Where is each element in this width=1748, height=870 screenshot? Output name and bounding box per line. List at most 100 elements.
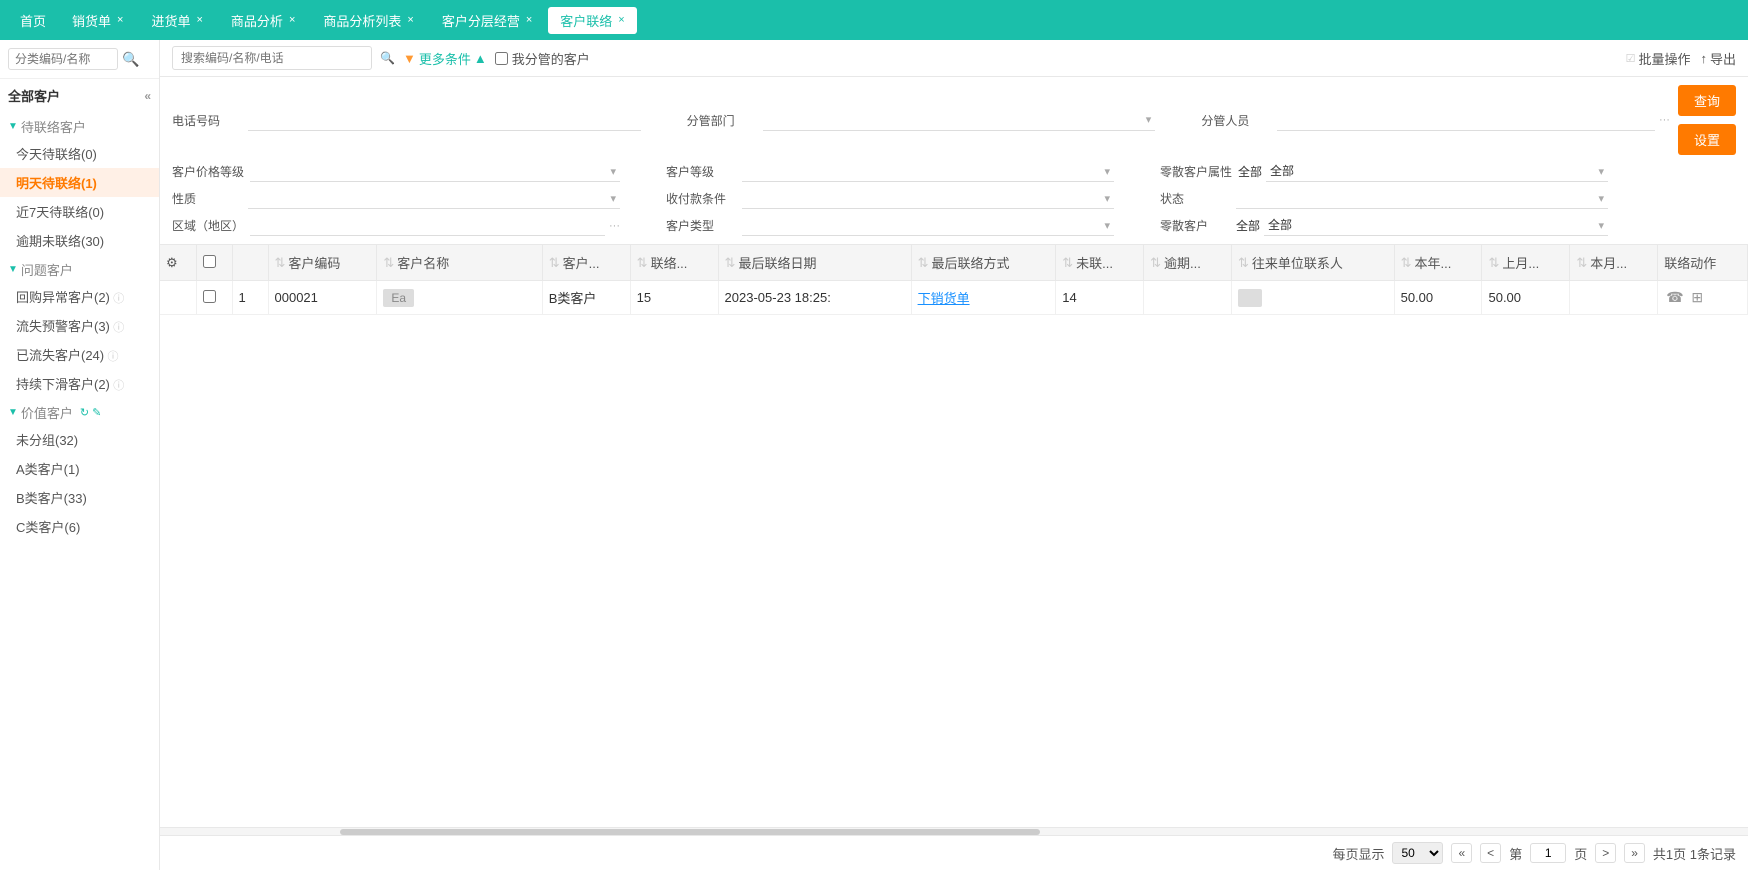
close-icon[interactable]: × [196,14,202,26]
triangle-icon: ▼ [8,264,18,275]
th-overdue[interactable]: ⇅ 逾期... [1144,245,1232,281]
scattered-attr-select[interactable]: 全部 [1266,161,1608,181]
close-icon[interactable]: × [117,14,123,26]
sidebar-item-c-class[interactable]: C类客户(6) [0,512,159,541]
search-button[interactable]: 🔍 [380,51,395,65]
sidebar-search-button[interactable]: 🔍 [122,51,139,68]
export-icon: ↑ [1700,51,1707,66]
nav-purchase-order[interactable]: 进货单 × [139,7,214,34]
th-customer-type[interactable]: ⇅ 客户... [542,245,630,281]
contact-action-icon[interactable]: ☎ [1666,289,1683,305]
td-index: 1 [232,281,268,315]
close-icon[interactable]: × [526,14,532,26]
batch-operation-button[interactable]: ☑ 批量操作 [1626,49,1691,68]
sidebar-item-ungrouped[interactable]: 未分组(32) [0,425,159,454]
more-icon[interactable]: ··· [609,220,620,232]
my-customers-checkbox-label[interactable]: 我分管的客户 [495,49,590,68]
per-page-select[interactable]: 50 100 [1392,842,1443,864]
nature-select[interactable] [248,188,620,208]
nav-customer-segmentation[interactable]: 客户分层经营 × [430,7,544,34]
sidebar-item-7day-pending[interactable]: 近7天待联络(0) [0,197,159,226]
region-input[interactable] [250,215,605,236]
row-checkbox[interactable] [203,290,216,303]
phone-input[interactable] [248,110,641,131]
th-last-month[interactable]: ⇅ 上月... [1482,245,1570,281]
sidebar-item-b-class[interactable]: B类客户(33) [0,483,159,512]
horizontal-scrollbar[interactable] [160,827,1748,835]
th-checkbox[interactable] [196,245,232,281]
sort-icon: ⇅ [549,255,560,271]
sort-icon: ⇅ [1062,255,1073,271]
nav-sales-order[interactable]: 销货单 × [60,7,135,34]
th-contact-person[interactable]: ⇅ 往来单位联系人 [1232,245,1395,281]
td-name[interactable]: Ea [377,281,542,315]
main-search-input[interactable] [172,46,372,70]
close-icon[interactable]: × [618,14,624,26]
th-settings[interactable]: ⚙ [160,245,196,281]
sidebar-search-input[interactable] [8,48,118,70]
close-icon[interactable]: × [407,14,413,26]
query-button[interactable]: 查询 [1678,85,1736,116]
price-level-select[interactable] [250,161,620,181]
th-contact[interactable]: ⇅ 联络... [630,245,718,281]
filter-row-1: 电话号码 分管部门 ▾ 分管人员 ··· [172,85,1736,155]
th-this-month[interactable]: ⇅ 本月... [1570,245,1658,281]
sidebar-item-churn-warning[interactable]: 流失预警客户(3) ⓘ [0,311,159,340]
td-last-contact-method[interactable]: 下销货单 [911,281,1056,315]
th-customer-code[interactable]: ⇅ 客户编码 [268,245,377,281]
close-icon[interactable]: × [289,14,295,26]
th-this-year[interactable]: ⇅ 本年... [1394,245,1482,281]
grid-action-icon[interactable]: ⊞ [1691,289,1703,305]
sidebar-item-declining[interactable]: 持续下滑客户(2) ⓘ [0,369,159,398]
sidebar-all-customers[interactable]: 全部客户 « [0,79,159,112]
prev-page-button[interactable]: < [1480,843,1501,863]
nav-home[interactable]: 首页 [10,7,56,34]
sidebar-item-abnormal-repurchase[interactable]: 回购异常客户(2) ⓘ [0,282,159,311]
more-icon[interactable]: ··· [1659,114,1670,126]
settings-button[interactable]: 设置 [1678,124,1736,155]
sort-icon: ⇅ [383,255,394,271]
sidebar-item-overdue-pending[interactable]: 逾期未联络(30) [0,226,159,255]
sidebar-item-today-pending[interactable]: 今天待联络(0) [0,139,159,168]
customer-level-select[interactable] [742,161,1114,181]
scrollbar-thumb[interactable] [340,829,1040,835]
sidebar-item-tomorrow-pending[interactable]: 明天待联络(1) [0,168,159,197]
nav-product-analysis[interactable]: 商品分析 × [219,7,307,34]
th-uncontacted[interactable]: ⇅ 未联... [1056,245,1144,281]
more-conditions-button[interactable]: ▼ 更多条件 ▲ [403,49,487,68]
nav-customer-contact[interactable]: 客户联络 × [548,7,636,34]
main-layout: 🔍 全部客户 « ▼ 待联络客户 今天待联络(0) 明天待联络(1) 近7天待联… [0,40,1748,870]
td-this-year: 50.00 [1394,281,1482,315]
my-customers-checkbox[interactable] [495,52,508,65]
scattered-customer-select[interactable]: 全部 [1264,215,1608,235]
status-select[interactable] [1236,188,1608,208]
select-all-checkbox[interactable] [203,255,216,268]
sidebar-item-a-class[interactable]: A类客户(1) [0,454,159,483]
payment-terms-select[interactable] [742,188,1114,208]
th-customer-name[interactable]: ⇅ 客户名称 [377,245,542,281]
customer-type-select[interactable] [742,215,1114,235]
refresh-icon[interactable]: ↻ [80,406,89,419]
first-page-button[interactable]: « [1451,843,1472,863]
query-settings-col: 查询 设置 [1678,85,1736,155]
edit-icon[interactable]: ✎ [92,406,101,419]
next-page-button[interactable]: > [1595,843,1616,863]
filter-row-3: 性质 ▾ 收付款条件 ▾ 状态 [172,188,1736,209]
filter-payment-terms: 收付款条件 ▾ [666,188,1114,209]
th-last-contact-method[interactable]: ⇅ 最后联络方式 [911,245,1056,281]
sidebar-item-churned[interactable]: 已流失客户(24) ⓘ [0,340,159,369]
nav-product-analysis-list[interactable]: 商品分析列表 × [311,7,425,34]
manager-input[interactable] [1277,110,1655,131]
dept-select[interactable] [763,110,1156,130]
sort-icon: ⇅ [1150,255,1161,271]
contact-method-link[interactable]: 下销货单 [918,291,970,306]
filter-row-2: 客户价格等级 ▾ 客户等级 ▾ 零散客户属性 [172,161,1736,182]
td-checkbox[interactable] [196,281,232,315]
filter-bar: 🔍 ▼ 更多条件 ▲ 我分管的客户 ☑ 批量操作 ↑ 导出 [160,40,1748,77]
th-last-contact-date[interactable]: ⇅ 最后联络日期 [718,245,911,281]
page-number-input[interactable] [1530,843,1566,863]
table-header-row: ⚙ ⇅ 客户编码 [160,245,1748,281]
export-button[interactable]: ↑ 导出 [1700,49,1736,68]
filter-price-level: 客户价格等级 ▾ [172,161,620,182]
last-page-button[interactable]: » [1624,843,1645,863]
